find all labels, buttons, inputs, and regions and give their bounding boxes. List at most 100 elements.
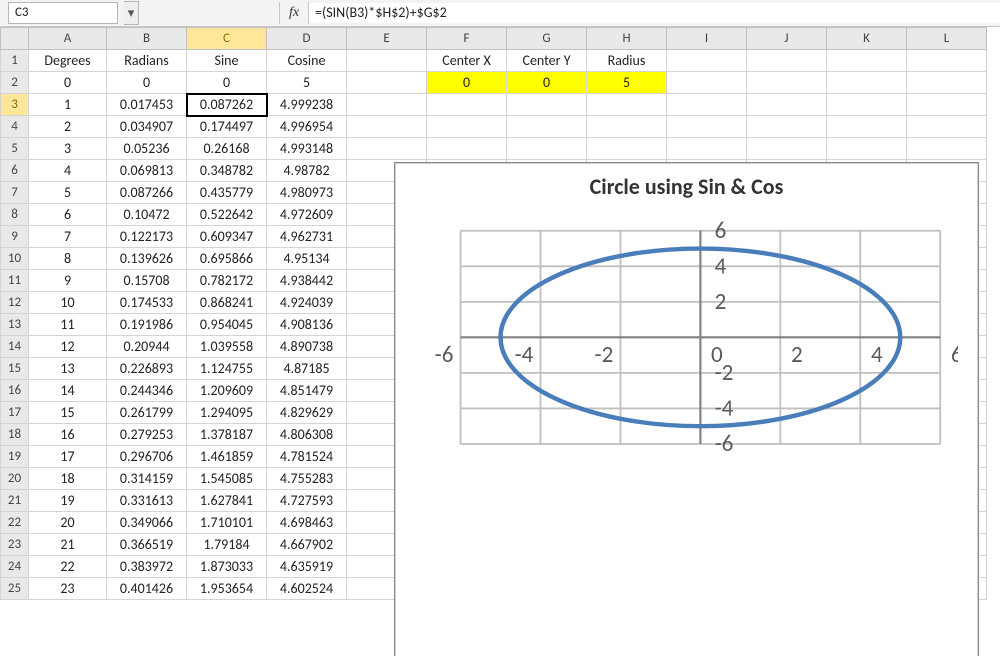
cell-D13[interactable]: 4.908136 [267,314,347,336]
cell-L1[interactable] [907,50,987,72]
cell-C3[interactable]: 0.087262 [187,94,267,116]
cell-A16[interactable]: 14 [29,380,107,402]
cell-L4[interactable] [907,116,987,138]
cell-I2[interactable] [667,72,747,94]
cell-B16[interactable]: 0.244346 [107,380,187,402]
cell-G2[interactable]: 0 [507,72,587,94]
cell-C24[interactable]: 1.873033 [187,556,267,578]
cell-A23[interactable]: 21 [29,534,107,556]
cell-A8[interactable]: 6 [29,204,107,226]
cell-C6[interactable]: 0.348782 [187,160,267,182]
cell-C25[interactable]: 1.953654 [187,578,267,600]
row-header-20[interactable]: 20 [1,468,29,490]
cell-C20[interactable]: 1.545085 [187,468,267,490]
cell-A12[interactable]: 10 [29,292,107,314]
cell-B23[interactable]: 0.366519 [107,534,187,556]
cell-D24[interactable]: 4.635919 [267,556,347,578]
column-header-E[interactable]: E [347,28,427,50]
cell-D19[interactable]: 4.781524 [267,446,347,468]
cell-A19[interactable]: 17 [29,446,107,468]
cell-A3[interactable]: 1 [29,94,107,116]
cell-L5[interactable] [907,138,987,160]
cell-I5[interactable] [667,138,747,160]
cell-A6[interactable]: 4 [29,160,107,182]
cell-D23[interactable]: 4.667902 [267,534,347,556]
cell-B10[interactable]: 0.139626 [107,248,187,270]
cell-B20[interactable]: 0.314159 [107,468,187,490]
cell-I1[interactable] [667,50,747,72]
insert-function-button[interactable]: fx [279,2,309,24]
cell-B18[interactable]: 0.279253 [107,424,187,446]
cell-D18[interactable]: 4.806308 [267,424,347,446]
cell-D11[interactable]: 4.938442 [267,270,347,292]
cell-K3[interactable] [827,94,907,116]
row-header-11[interactable]: 11 [1,270,29,292]
cell-C4[interactable]: 0.174497 [187,116,267,138]
cell-A2[interactable]: 0 [29,72,107,94]
cell-C12[interactable]: 0.868241 [187,292,267,314]
cell-D5[interactable]: 4.993148 [267,138,347,160]
row-header-6[interactable]: 6 [1,160,29,182]
cell-A21[interactable]: 19 [29,490,107,512]
cell-C23[interactable]: 1.79184 [187,534,267,556]
column-header-B[interactable]: B [107,28,187,50]
cell-B15[interactable]: 0.226893 [107,358,187,380]
cell-C16[interactable]: 1.209609 [187,380,267,402]
cell-D21[interactable]: 4.727593 [267,490,347,512]
column-header-G[interactable]: G [507,28,587,50]
cell-G3[interactable] [507,94,587,116]
worksheet-area[interactable]: ABCDEFGHIJKL 1DegreesRadiansSineCosineCe… [0,27,1000,656]
cell-B8[interactable]: 0.10472 [107,204,187,226]
row-header-10[interactable]: 10 [1,248,29,270]
cell-C8[interactable]: 0.522642 [187,204,267,226]
cell-C11[interactable]: 0.782172 [187,270,267,292]
cell-B13[interactable]: 0.191986 [107,314,187,336]
cell-B24[interactable]: 0.383972 [107,556,187,578]
row-header-25[interactable]: 25 [1,578,29,600]
cell-A13[interactable]: 11 [29,314,107,336]
cell-A7[interactable]: 5 [29,182,107,204]
cell-E1[interactable] [347,50,427,72]
cell-I4[interactable] [667,116,747,138]
cell-A20[interactable]: 18 [29,468,107,490]
cell-B5[interactable]: 0.05236 [107,138,187,160]
column-header-J[interactable]: J [747,28,827,50]
row-header-21[interactable]: 21 [1,490,29,512]
column-header-F[interactable]: F [427,28,507,50]
cell-A5[interactable]: 3 [29,138,107,160]
cell-B2[interactable]: 0 [107,72,187,94]
cell-D20[interactable]: 4.755283 [267,468,347,490]
cell-E5[interactable] [347,138,427,160]
cell-A24[interactable]: 22 [29,556,107,578]
cell-F2[interactable]: 0 [427,72,507,94]
cell-A22[interactable]: 20 [29,512,107,534]
cell-B11[interactable]: 0.15708 [107,270,187,292]
row-header-2[interactable]: 2 [1,72,29,94]
cell-E2[interactable] [347,72,427,94]
column-header-D[interactable]: D [267,28,347,50]
cell-G1[interactable]: Center Y [507,50,587,72]
cell-B21[interactable]: 0.331613 [107,490,187,512]
cell-J2[interactable] [747,72,827,94]
cell-D4[interactable]: 4.996954 [267,116,347,138]
cell-D9[interactable]: 4.962731 [267,226,347,248]
cell-B17[interactable]: 0.261799 [107,402,187,424]
cell-D22[interactable]: 4.698463 [267,512,347,534]
row-header-3[interactable]: 3 [1,94,29,116]
cell-C21[interactable]: 1.627841 [187,490,267,512]
cell-C19[interactable]: 1.461859 [187,446,267,468]
cell-F5[interactable] [427,138,507,160]
cell-F1[interactable]: Center X [427,50,507,72]
cell-A25[interactable]: 23 [29,578,107,600]
embedded-chart[interactable]: Circle using Sin & Cos -6-4-20246-6-4-22… [394,162,979,656]
row-header-22[interactable]: 22 [1,512,29,534]
row-header-23[interactable]: 23 [1,534,29,556]
column-header-C[interactable]: C [187,28,267,50]
cell-A4[interactable]: 2 [29,116,107,138]
cell-J1[interactable] [747,50,827,72]
cell-D12[interactable]: 4.924039 [267,292,347,314]
column-header-H[interactable]: H [587,28,667,50]
row-header-4[interactable]: 4 [1,116,29,138]
cell-K2[interactable] [827,72,907,94]
cell-I3[interactable] [667,94,747,116]
